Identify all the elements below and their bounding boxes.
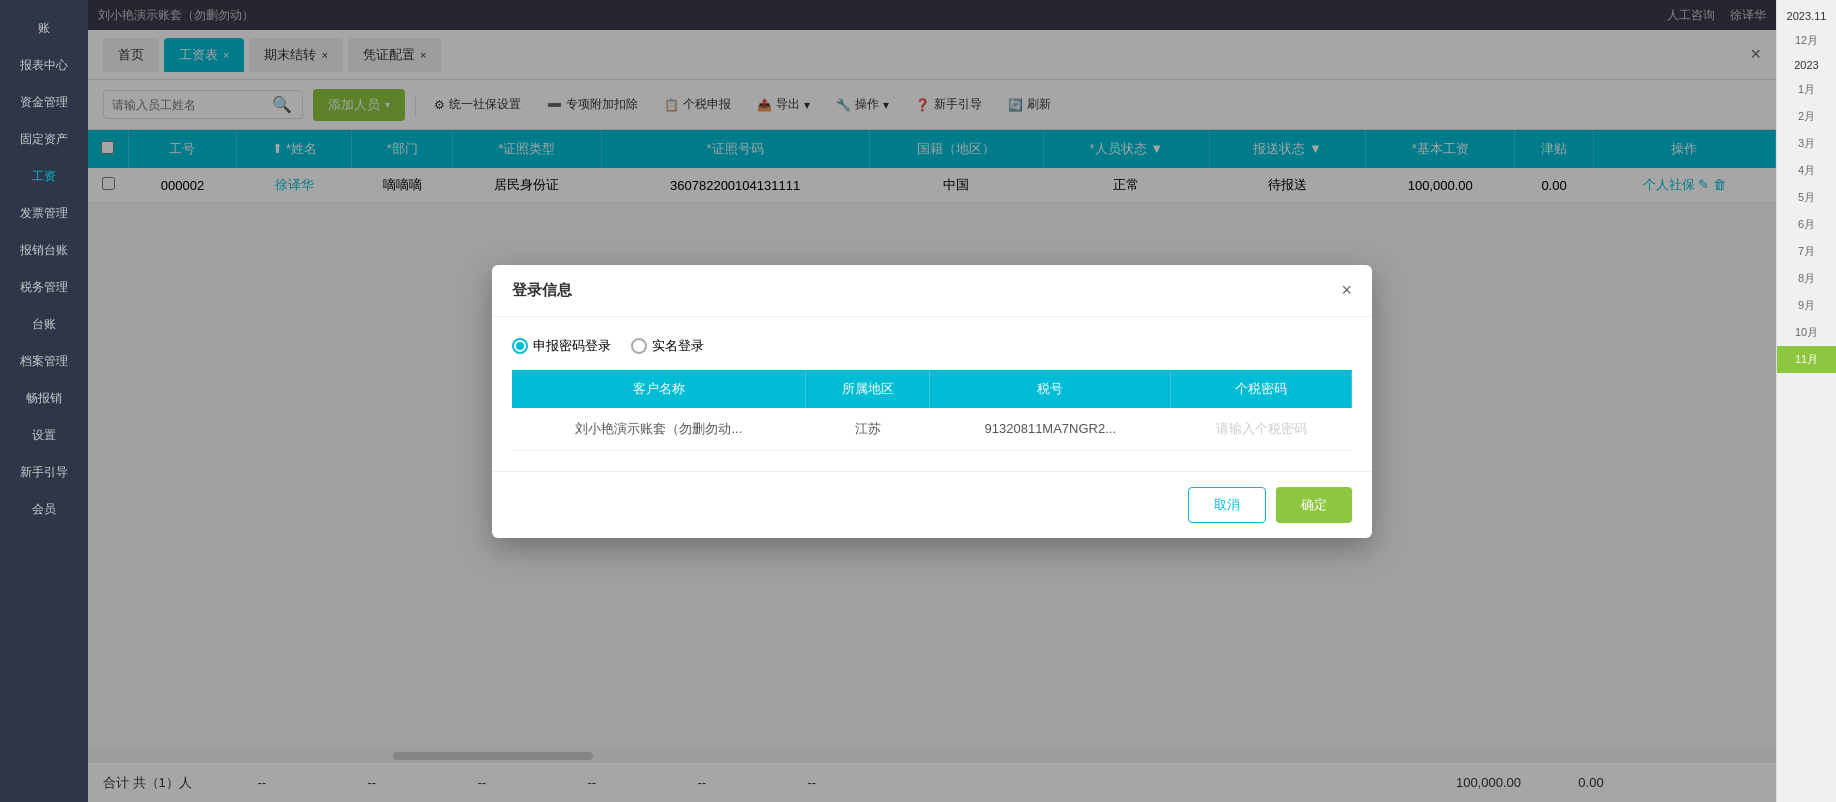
- dialog-col-client: 客户名称: [512, 370, 806, 408]
- dialog-col-tax-password: 个税密码: [1171, 370, 1352, 408]
- client-table: 客户名称 所属地区 税号 个税密码 刘小艳演示账套（勿删勿动... 江苏 913…: [512, 370, 1352, 451]
- sidebar: 账 报表中心 资金管理 固定资产 工资 发票管理 报销台账 税务管理 台账 档案…: [0, 0, 88, 802]
- radio-password-label: 申报密码登录: [533, 337, 611, 355]
- sidebar-item-member[interactable]: 会员: [0, 491, 88, 528]
- sidebar-item-expense[interactable]: 畅报销: [0, 380, 88, 417]
- dialog-close-button[interactable]: ×: [1341, 280, 1352, 301]
- calendar-month-12[interactable]: 12月: [1777, 27, 1836, 54]
- dialog-footer: 取消 确定: [492, 471, 1372, 538]
- radio-password-circle: [512, 338, 528, 354]
- dialog-col-region: 所属地区: [806, 370, 930, 408]
- radio-realname-label: 实名登录: [652, 337, 704, 355]
- sidebar-item-assets[interactable]: 固定资产: [0, 121, 88, 158]
- calendar-panel: 2023.11 12月 2023 1月 2月 3月 4月 5月 6月 7月 8月…: [1776, 0, 1836, 802]
- calendar-month-11[interactable]: 11月: [1777, 346, 1836, 373]
- cell-tax-number: 91320811MA7NGR2...: [930, 408, 1171, 451]
- calendar-month-6[interactable]: 6月: [1777, 211, 1836, 238]
- sidebar-item-reports[interactable]: 报表中心: [0, 47, 88, 84]
- client-table-row: 刘小艳演示账套（勿删勿动... 江苏 91320811MA7NGR2... 请输…: [512, 408, 1352, 451]
- calendar-month-9[interactable]: 9月: [1777, 292, 1836, 319]
- dialog-title: 登录信息: [512, 281, 572, 300]
- dialog-body: 申报密码登录 实名登录 客户名称 所属地区 税号 个税密码: [492, 317, 1372, 471]
- login-dialog: 登录信息 × 申报密码登录 实名登录: [492, 265, 1372, 538]
- calendar-month-1[interactable]: 1月: [1777, 76, 1836, 103]
- calendar-month-3[interactable]: 3月: [1777, 130, 1836, 157]
- calendar-month-2[interactable]: 2月: [1777, 103, 1836, 130]
- sidebar-item-guide[interactable]: 新手引导: [0, 454, 88, 491]
- sidebar-item-reimbursement[interactable]: 报销台账: [0, 232, 88, 269]
- calendar-month-10[interactable]: 10月: [1777, 319, 1836, 346]
- calendar-month-7[interactable]: 7月: [1777, 238, 1836, 265]
- calendar-year-2023: 2023: [1794, 54, 1818, 76]
- radio-realname-circle: [631, 338, 647, 354]
- cancel-button[interactable]: 取消: [1188, 487, 1266, 523]
- tax-password-input-placeholder: 请输入个税密码: [1216, 421, 1307, 436]
- calendar-month-5[interactable]: 5月: [1777, 184, 1836, 211]
- cell-client-name: 刘小艳演示账套（勿删勿动...: [512, 408, 806, 451]
- sidebar-item-settings[interactable]: 设置: [0, 417, 88, 454]
- sidebar-item-invoice[interactable]: 发票管理: [0, 195, 88, 232]
- cell-tax-password[interactable]: 请输入个税密码: [1171, 408, 1352, 451]
- main-content: 刘小艳演示账套（勿删勿动） 人工咨询 徐译华 首页 工资表 × 期末结转 × 凭…: [88, 0, 1776, 802]
- sidebar-item-archive[interactable]: 档案管理: [0, 343, 88, 380]
- dialog-header: 登录信息 ×: [492, 265, 1372, 317]
- sidebar-item-account[interactable]: 账: [0, 10, 88, 47]
- radio-realname-login[interactable]: 实名登录: [631, 337, 704, 355]
- calendar-month-8[interactable]: 8月: [1777, 265, 1836, 292]
- dialog-overlay: 登录信息 × 申报密码登录 实名登录: [88, 0, 1776, 802]
- sidebar-item-salary[interactable]: 工资: [0, 158, 88, 195]
- calendar-month-4[interactable]: 4月: [1777, 157, 1836, 184]
- login-type-radio-group: 申报密码登录 实名登录: [512, 337, 1352, 355]
- sidebar-item-ledger[interactable]: 台账: [0, 306, 88, 343]
- calendar-year-label: 2023.11: [1787, 5, 1827, 27]
- radio-password-login[interactable]: 申报密码登录: [512, 337, 611, 355]
- cell-region: 江苏: [806, 408, 930, 451]
- confirm-button[interactable]: 确定: [1276, 487, 1352, 523]
- dialog-col-tax-number: 税号: [930, 370, 1171, 408]
- sidebar-item-funds[interactable]: 资金管理: [0, 84, 88, 121]
- sidebar-item-tax[interactable]: 税务管理: [0, 269, 88, 306]
